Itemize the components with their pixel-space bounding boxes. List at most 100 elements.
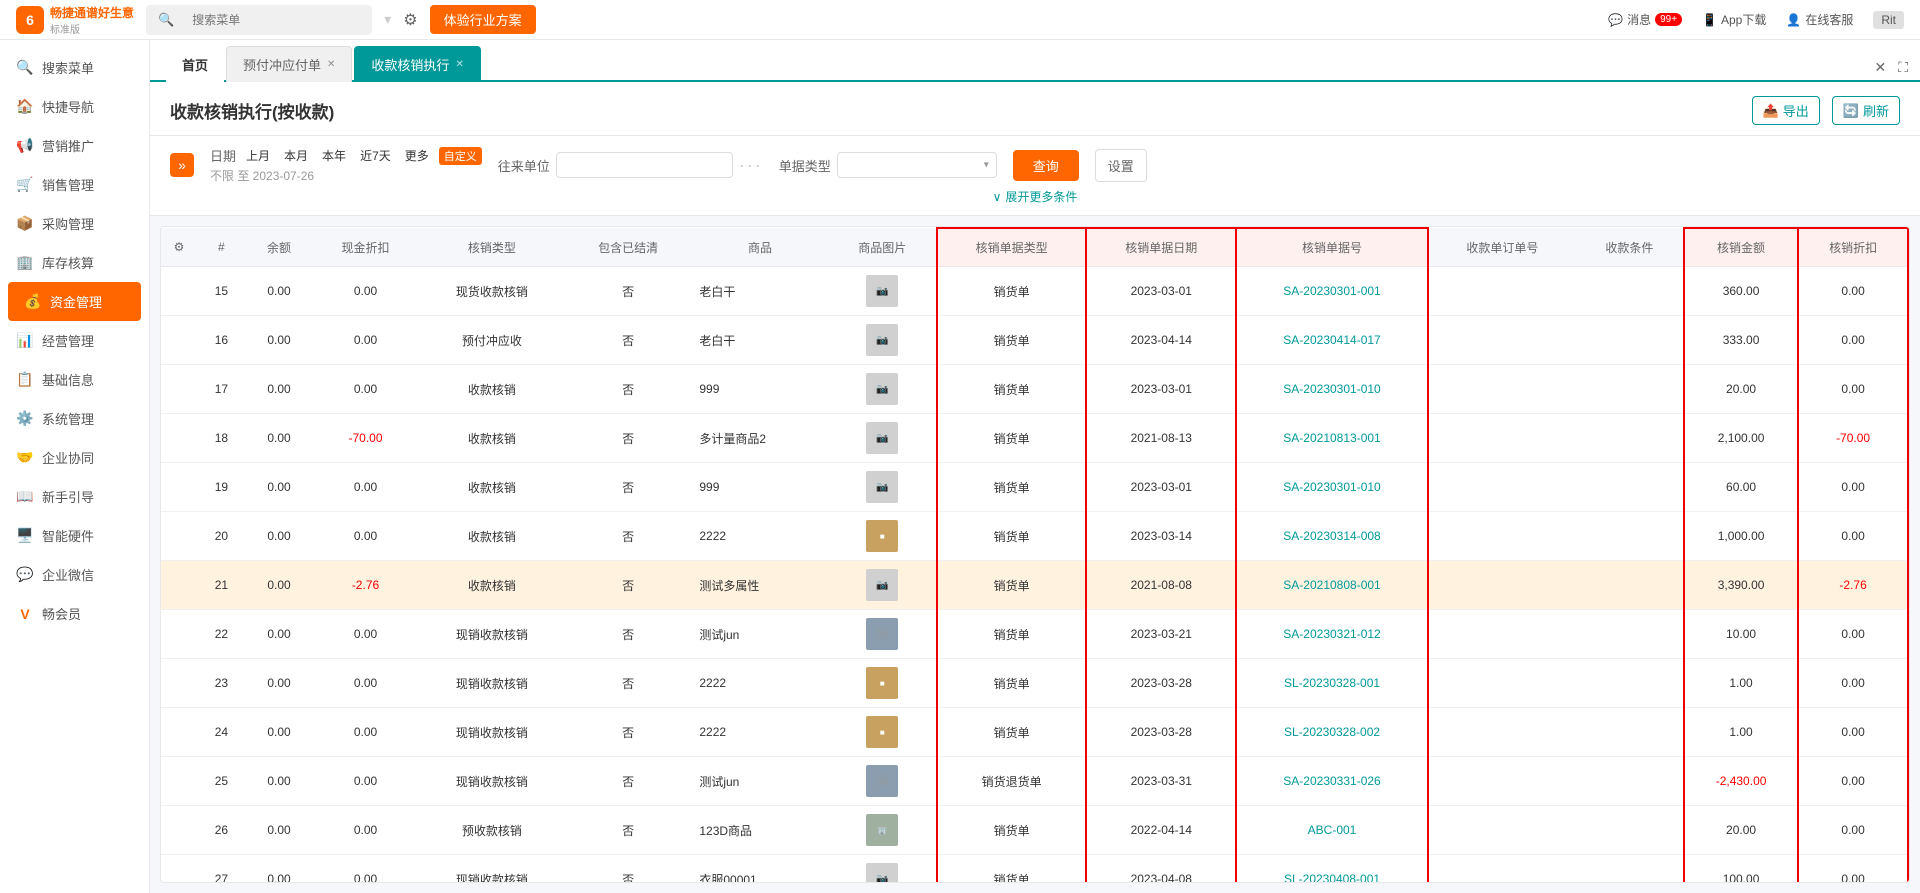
close-tab-receipt-icon[interactable]: ✕: [455, 59, 463, 70]
logo: 6 畅捷通谱好生意 标准版: [16, 4, 134, 36]
sidebar-item-base[interactable]: 📋 基础信息: [0, 360, 149, 399]
sidebar-item-wechat[interactable]: 💬 企业微信: [0, 555, 149, 594]
td-writeoff-amount: 10.00: [1684, 610, 1798, 659]
sidebar-item-sales[interactable]: 🛒 销售管理: [0, 165, 149, 204]
td-receipt-condition: [1576, 757, 1684, 806]
tab-home[interactable]: 首页: [166, 47, 224, 82]
td-bill-type: 销货单: [937, 659, 1087, 708]
industry-btn[interactable]: 体验行业方案: [430, 5, 536, 34]
td-receipt-condition: [1576, 806, 1684, 855]
search-btn[interactable]: 查询: [1013, 150, 1079, 181]
sidebar-item-purchase[interactable]: 📦 采购管理: [0, 204, 149, 243]
td-bill-date: 2023-03-14: [1086, 512, 1236, 561]
sidebar-item-hardware[interactable]: 🖥️ 智能硬件: [0, 516, 149, 555]
td-gear: [161, 855, 197, 884]
bill-no-link[interactable]: SA-20210808-001: [1283, 578, 1380, 592]
bill-no-link[interactable]: SL-20230328-002: [1284, 725, 1380, 739]
refresh-btn[interactable]: 🔄 刷新: [1832, 96, 1900, 125]
td-goods-img: ■: [829, 708, 937, 757]
close-window-btn[interactable]: ✕: [1870, 55, 1890, 80]
close-tab-prepay-icon[interactable]: ✕: [327, 59, 335, 70]
wechat-icon: 💬: [16, 566, 34, 584]
td-included: 否: [565, 365, 691, 414]
td-goods: 2222: [691, 512, 828, 561]
layout: 🔍 搜索菜单 🏠 快捷导航 📢 营销推广 🛒 销售管理 📦 采购管理 🏢 库存核…: [0, 40, 1920, 893]
td-bill-type: 销货单: [937, 806, 1087, 855]
td-writeoff-type: 现货收款核销: [419, 267, 565, 316]
online-service-btn[interactable]: 👤 在线客服: [1786, 11, 1853, 28]
table-wrapper[interactable]: ⚙ # 余额 现金折扣 核销类型 包含已结清 商品 商品图片 核销单据类型 核销…: [160, 226, 1910, 883]
td-bill-no: SA-20210813-001: [1236, 414, 1428, 463]
filter-row: » 日期 上月 本月 本年 近7天 更多 自定义 不限 至 2023-07: [170, 146, 1900, 184]
user-btn[interactable]: Rit: [1873, 11, 1904, 29]
bill-no-link[interactable]: SA-20230301-010: [1283, 480, 1380, 494]
td-writeoff-discount: 0.00: [1798, 463, 1908, 512]
td-writeoff-type: 现销收款核销: [419, 708, 565, 757]
bill-no-link[interactable]: ABC-001: [1308, 823, 1357, 837]
filter-expand-row[interactable]: ∨ 展开更多条件: [170, 184, 1900, 205]
th-receipt-order-no: 收款单订单号: [1428, 228, 1576, 267]
date-link-this-year[interactable]: 本年: [318, 146, 350, 165]
td-bill-no: SA-20230331-026: [1236, 757, 1428, 806]
td-goods: 测试多属性: [691, 561, 828, 610]
bill-no-link[interactable]: SA-20230321-012: [1283, 627, 1380, 641]
td-writeoff-type: 现销收款核销: [419, 659, 565, 708]
filter-expand-btn[interactable]: »: [170, 153, 194, 177]
td-receipt-order-no: [1428, 463, 1576, 512]
sidebar-item-enterprise[interactable]: 🤝 企业协同: [0, 438, 149, 477]
td-seq: 21: [197, 561, 246, 610]
date-custom-btn[interactable]: 自定义: [439, 147, 482, 165]
sidebar-item-quicknav[interactable]: 🏠 快捷导航: [0, 87, 149, 126]
td-writeoff-amount: 3,390.00: [1684, 561, 1798, 610]
td-included: 否: [565, 561, 691, 610]
date-link-this-month[interactable]: 本月: [280, 146, 312, 165]
tab-prepay[interactable]: 预付冲应付单 ✕: [226, 46, 352, 82]
th-receipt-condition: 收款条件: [1576, 228, 1684, 267]
td-writeoff-amount: 60.00: [1684, 463, 1798, 512]
setting-btn[interactable]: 设置: [1095, 149, 1147, 182]
finance-icon: 💰: [24, 293, 42, 311]
type-select[interactable]: [837, 152, 997, 178]
maximize-btn[interactable]: ⛶: [1894, 55, 1912, 80]
td-bill-type: 销货单: [937, 463, 1087, 512]
sidebar-item-system[interactable]: ⚙️ 系统管理: [0, 399, 149, 438]
bill-no-link[interactable]: SL-20230408-001: [1284, 872, 1380, 883]
td-gear: [161, 414, 197, 463]
td-seq: 18: [197, 414, 246, 463]
base-icon: 📋: [16, 371, 34, 389]
home-icon: 🏠: [16, 98, 34, 116]
td-writeoff-type: 现销收款核销: [419, 855, 565, 884]
sidebar-item-search[interactable]: 🔍 搜索菜单: [0, 48, 149, 87]
sidebar-item-finance[interactable]: 💰 资金管理: [8, 282, 141, 321]
td-gear: [161, 316, 197, 365]
message-btn[interactable]: 💬 消息 99+: [1608, 11, 1682, 28]
sidebar-item-guide[interactable]: 📖 新手引导: [0, 477, 149, 516]
bill-no-link[interactable]: SA-20210813-001: [1283, 431, 1380, 445]
td-receipt-condition: [1576, 316, 1684, 365]
bill-no-link[interactable]: SA-20230314-008: [1283, 529, 1380, 543]
td-balance: 0.00: [246, 512, 313, 561]
tab-receipt[interactable]: 收款核销执行 ✕: [354, 46, 480, 82]
bill-no-link[interactable]: SA-20230331-026: [1283, 774, 1380, 788]
th-gear[interactable]: ⚙: [161, 228, 197, 267]
sidebar-item-inventory[interactable]: 🏢 库存核算: [0, 243, 149, 282]
gear-icon[interactable]: ⚙: [403, 10, 417, 30]
td-seq: 23: [197, 659, 246, 708]
date-link-more[interactable]: 更多: [401, 146, 433, 165]
date-link-last-month[interactable]: 上月: [242, 146, 274, 165]
app-download-btn[interactable]: 📱 App下载: [1702, 11, 1766, 28]
td-gear: [161, 806, 197, 855]
bill-no-link[interactable]: SA-20230301-010: [1283, 382, 1380, 396]
sidebar-item-business[interactable]: 📊 经营管理: [0, 321, 149, 360]
bill-no-link[interactable]: SA-20230301-001: [1283, 284, 1380, 298]
table-row: 16 0.00 0.00 预付冲应收 否 老白干 📷 销货单 2023-04-1…: [161, 316, 1908, 365]
source-input[interactable]: [556, 152, 733, 178]
sidebar-item-marketing[interactable]: 📢 营销推广: [0, 126, 149, 165]
bill-no-link[interactable]: SA-20230414-017: [1283, 333, 1380, 347]
sidebar-item-member[interactable]: V 畅会员: [0, 594, 149, 633]
top-search-input[interactable]: [180, 9, 360, 31]
date-link-7days[interactable]: 近7天: [356, 146, 395, 165]
type-select-wrapper: ▾: [837, 152, 997, 178]
export-btn[interactable]: 📤 导出: [1752, 96, 1820, 125]
bill-no-link[interactable]: SL-20230328-001: [1284, 676, 1380, 690]
